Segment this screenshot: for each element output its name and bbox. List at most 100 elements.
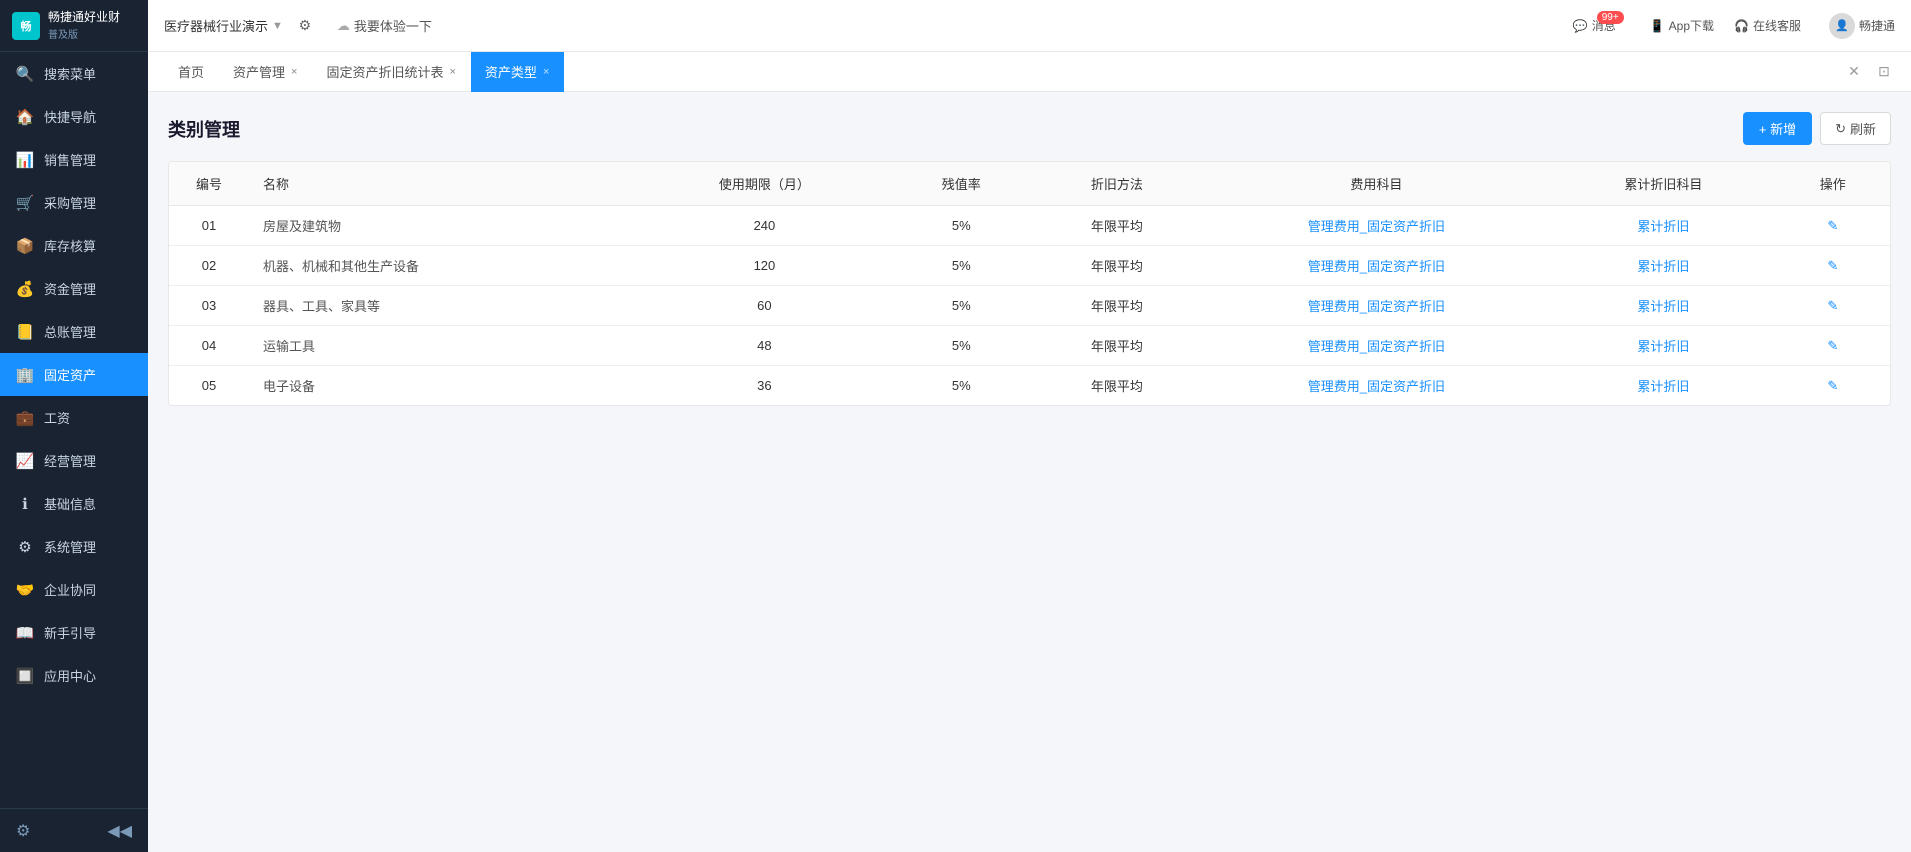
period-cell: 120 xyxy=(638,246,890,286)
app-download-button[interactable]: 📱 App下载 xyxy=(1650,17,1714,34)
action-cell[interactable]: ✎ xyxy=(1776,206,1890,246)
inventory-icon: 📦 xyxy=(16,237,34,255)
basic-info-icon: ℹ xyxy=(16,495,34,513)
sidebar-item-inventory[interactable]: 📦 库存核算 xyxy=(0,224,148,267)
refresh-button[interactable]: ↻ 刷新 xyxy=(1820,112,1891,145)
action-cell[interactable]: ✎ xyxy=(1776,326,1890,366)
tab-home[interactable]: 首页 xyxy=(164,52,219,92)
window-expand-icon[interactable]: ⊡ xyxy=(1873,61,1895,83)
sidebar-item-salary[interactable]: 💼 工资 xyxy=(0,396,148,439)
sidebar-item-guide[interactable]: 📖 新手引导 xyxy=(0,611,148,654)
app-selector-label: 医疗器械行业演示 xyxy=(164,16,268,35)
action-cell[interactable]: ✎ xyxy=(1776,246,1890,286)
sidebar-label-sales: 销售管理 xyxy=(44,150,96,169)
sidebar-item-business[interactable]: 📈 经营管理 xyxy=(0,439,148,482)
residual-cell: 5% xyxy=(890,246,1032,286)
table-row: 01房屋及建筑物2405%年限平均管理费用_固定资产折旧累计折旧✎ xyxy=(169,206,1890,246)
th-col-6: 累计折旧科目 xyxy=(1551,162,1775,206)
sidebar-label-basic-info: 基础信息 xyxy=(44,494,96,513)
table-header-row: 编号名称使用期限（月）残值率折旧方法费用科目累计折旧科目操作 xyxy=(169,162,1890,206)
sidebar-item-purchase[interactable]: 🛒 采购管理 xyxy=(0,181,148,224)
accum-cell: 累计折旧 xyxy=(1551,206,1775,246)
sidebar: 畅 畅捷通好业财 普及版 🔍 搜索菜单 🏠 快捷导航 📊 销售管理 🛒 采购管理… xyxy=(0,0,148,852)
sidebar-label-system: 系统管理 xyxy=(44,537,96,556)
trial-label: 我要体验一下 xyxy=(354,16,432,35)
expense-cell: 管理费用_固定资产折旧 xyxy=(1202,326,1552,366)
tab-close-asset-mgmt[interactable]: × xyxy=(291,66,297,78)
period-cell: 240 xyxy=(638,206,890,246)
online-service-label: 在线客服 xyxy=(1753,17,1801,34)
code-cell: 04 xyxy=(169,326,249,366)
sidebar-settings-icon[interactable]: ⚙ xyxy=(16,821,30,841)
period-cell: 48 xyxy=(638,326,890,366)
capital-icon: 💰 xyxy=(16,280,34,298)
sidebar-item-quick-nav[interactable]: 🏠 快捷导航 xyxy=(0,95,148,138)
sidebar-label-quick-nav: 快捷导航 xyxy=(44,107,96,126)
new-button[interactable]: + 新增 xyxy=(1743,112,1812,145)
logo-sub: 普及版 xyxy=(48,26,120,41)
sidebar-item-system[interactable]: ⚙ 系统管理 xyxy=(0,525,148,568)
expense-cell: 管理费用_固定资产折旧 xyxy=(1202,286,1552,326)
fixed-asset-icon: 🏢 xyxy=(16,366,34,384)
expense-cell: 管理费用_固定资产折旧 xyxy=(1202,246,1552,286)
tab-asset-mgmt[interactable]: 资产管理× xyxy=(219,52,312,92)
code-cell: 03 xyxy=(169,286,249,326)
name-cell: 电子设备 xyxy=(249,366,638,406)
th-col-0: 编号 xyxy=(169,162,249,206)
sidebar-item-search[interactable]: 🔍 搜索菜单 xyxy=(0,52,148,95)
sidebar-item-fixed-asset[interactable]: 🏢 固定资产 xyxy=(0,353,148,396)
code-cell: 01 xyxy=(169,206,249,246)
page-title: 类别管理 xyxy=(168,116,240,142)
method-cell: 年限平均 xyxy=(1032,206,1201,246)
sidebar-item-enterprise[interactable]: 🤝 企业协同 xyxy=(0,568,148,611)
sidebar-label-capital: 资金管理 xyxy=(44,279,96,298)
residual-cell: 5% xyxy=(890,366,1032,406)
sidebar-item-capital[interactable]: 💰 资金管理 xyxy=(0,267,148,310)
period-cell: 60 xyxy=(638,286,890,326)
search-icon: 🔍 xyxy=(16,65,34,83)
header-settings-icon[interactable]: ⚙ xyxy=(291,12,319,40)
th-col-2: 使用期限（月） xyxy=(638,162,890,206)
quick-nav-icon: 🏠 xyxy=(16,108,34,126)
sidebar-menu: 🔍 搜索菜单 🏠 快捷导航 📊 销售管理 🛒 采购管理 📦 库存核算 💰 资金管… xyxy=(0,52,148,808)
name-cell: 器具、工具、家具等 xyxy=(249,286,638,326)
online-service-button[interactable]: 🎧 在线客服 xyxy=(1734,17,1801,34)
app-download-label: App下载 xyxy=(1669,17,1714,34)
tab-fixed-asset-report[interactable]: 固定资产折旧统计表× xyxy=(312,52,470,92)
accum-cell: 累计折旧 xyxy=(1551,246,1775,286)
sidebar-label-inventory: 库存核算 xyxy=(44,236,96,255)
header-right: 💬 消息 99+ 📱 App下载 🎧 在线客服 👤 畅捷通 xyxy=(1573,13,1895,39)
tab-asset-type[interactable]: 资产类型 × xyxy=(471,52,564,92)
app-center-icon: 🔲 xyxy=(16,667,34,685)
expense-cell: 管理费用_固定资产折旧 xyxy=(1202,366,1552,406)
sidebar-item-ledger[interactable]: 📒 总账管理 xyxy=(0,310,148,353)
tab-close-fixed-asset-report[interactable]: × xyxy=(449,66,455,78)
window-close-icon[interactable]: ✕ xyxy=(1843,61,1865,83)
table-row: 04运输工具485%年限平均管理费用_固定资产折旧累计折旧✎ xyxy=(169,326,1890,366)
sales-icon: 📊 xyxy=(16,151,34,169)
page-header: 类别管理 + 新增 ↻ 刷新 xyxy=(168,112,1891,145)
sidebar-label-ledger: 总账管理 xyxy=(44,322,96,341)
sidebar-label-search: 搜索菜单 xyxy=(44,64,96,83)
sidebar-item-app-center[interactable]: 🔲 应用中心 xyxy=(0,654,148,697)
guide-icon: 📖 xyxy=(16,624,34,642)
tab-label-home: 首页 xyxy=(178,62,204,81)
sidebar-item-sales[interactable]: 📊 销售管理 xyxy=(0,138,148,181)
top-header: 医疗器械行业演示 ▼ ⚙ ☁ 我要体验一下 💬 消息 99+ 📱 App下载 🎧… xyxy=(148,0,1911,52)
sidebar-item-basic-info[interactable]: ℹ 基础信息 xyxy=(0,482,148,525)
salary-icon: 💼 xyxy=(16,409,34,427)
table-row: 05电子设备365%年限平均管理费用_固定资产折旧累计折旧✎ xyxy=(169,366,1890,406)
message-button[interactable]: 💬 消息 99+ xyxy=(1573,17,1616,34)
refresh-label: 刷新 xyxy=(1850,119,1876,138)
method-cell: 年限平均 xyxy=(1032,326,1201,366)
tab-close-asset-type[interactable]: × xyxy=(543,66,549,78)
action-cell[interactable]: ✎ xyxy=(1776,366,1890,406)
app-selector[interactable]: 医疗器械行业演示 ▼ xyxy=(164,16,283,35)
user-menu-button[interactable]: 👤 畅捷通 xyxy=(1829,13,1895,39)
action-cell[interactable]: ✎ xyxy=(1776,286,1890,326)
sidebar-collapse-icon[interactable]: ◀◀ xyxy=(107,821,132,841)
tab-label-asset-type: 资产类型 xyxy=(485,62,537,81)
content-area: 类别管理 + 新增 ↻ 刷新 编号名称使用期限（月）残值率折旧方法费用科目累计折… xyxy=(148,92,1911,852)
trial-button[interactable]: ☁ 我要体验一下 xyxy=(327,12,442,39)
name-cell: 房屋及建筑物 xyxy=(249,206,638,246)
